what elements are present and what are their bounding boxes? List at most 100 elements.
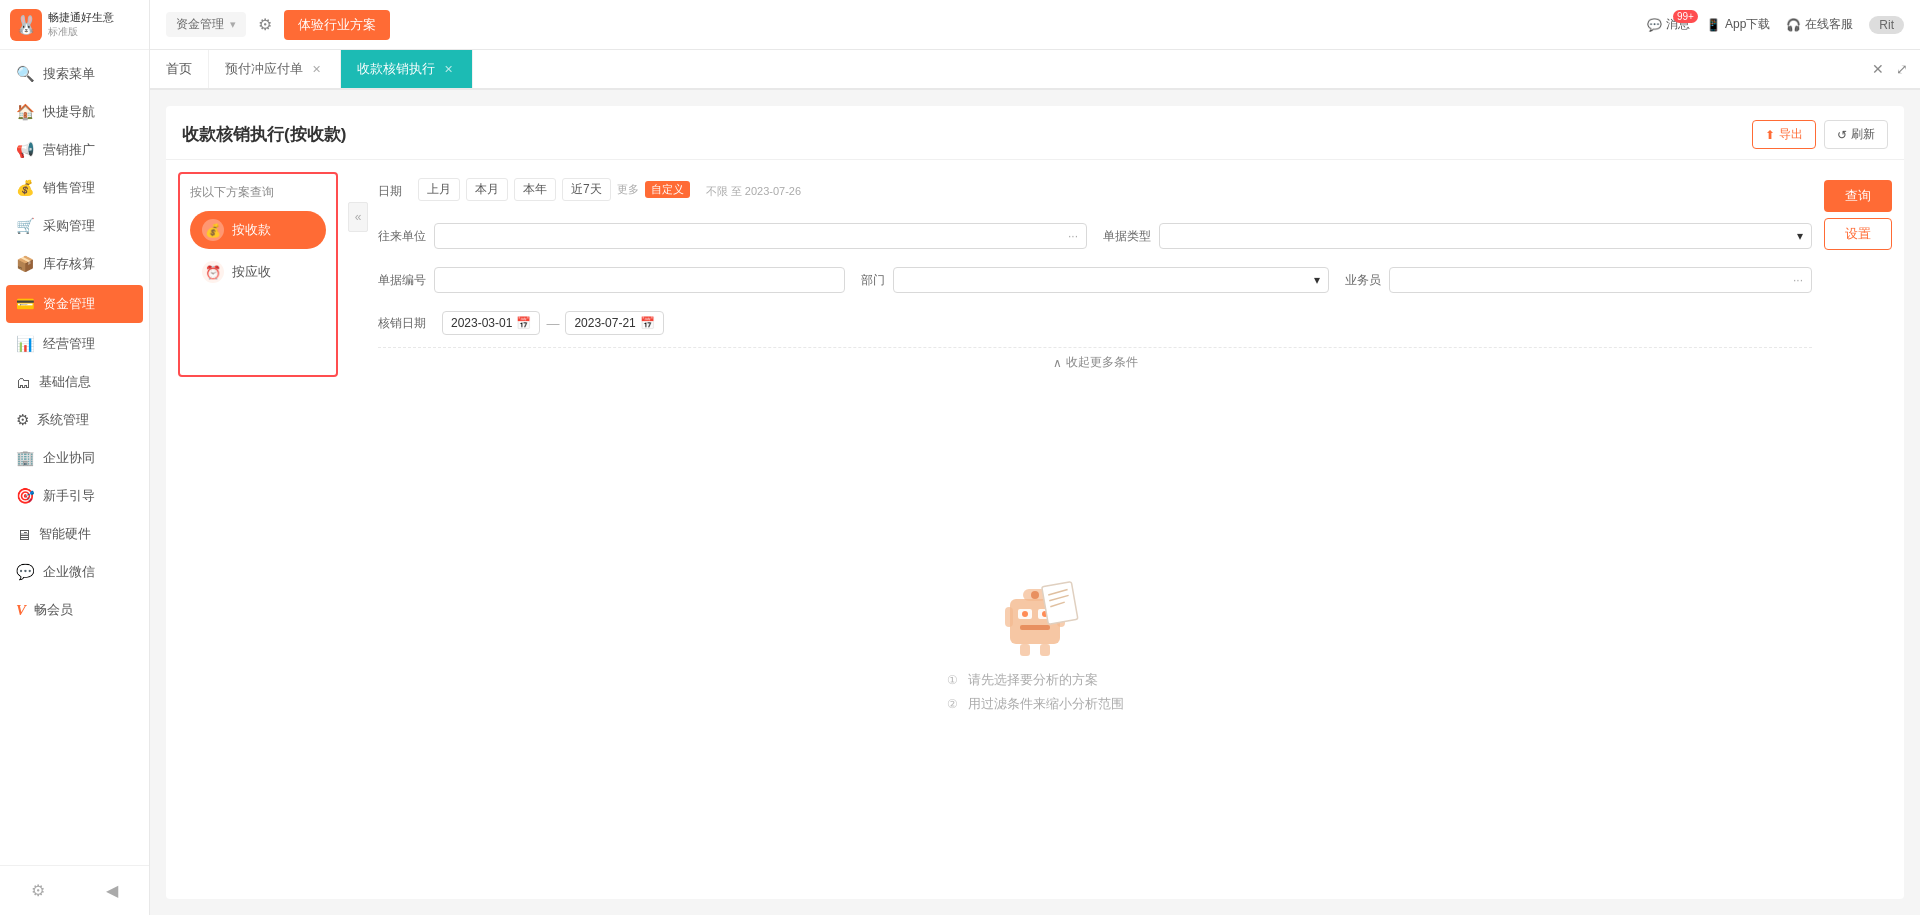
main-area: 资金管理 ▾ ⚙ 体验行业方案 💬 消息 99+ 📱 App下载 🎧 在线客服 … [150,0,1920,915]
date-more-link[interactable]: 更多 [617,182,639,197]
dept-select[interactable]: ▾ [893,267,1328,293]
search-icon: 🔍 [16,65,35,83]
sidebar-item-search[interactable]: 🔍 搜索菜单 [0,55,149,93]
tab-receipt[interactable]: 收款核销执行 ✕ [341,50,473,88]
filter-right: 日期 上月 本月 本年 近7天 更多 自定义 [378,172,1892,377]
sidebar-item-hardware[interactable]: 🖥 智能硬件 [0,515,149,553]
svg-rect-6 [1005,607,1013,627]
page-wrapper: 收款核销执行(按收款) ⬆ 导出 ↺ 刷新 按以下方案查询 [166,106,1904,899]
marketing-icon: 📢 [16,141,35,159]
refresh-button[interactable]: ↺ 刷新 [1824,120,1888,149]
date-btn-this-year[interactable]: 本年 [514,178,556,201]
breadcrumb-text: 资金管理 [176,16,224,33]
page-actions: ⬆ 导出 ↺ 刷新 [1752,120,1888,149]
dept-row: 部门 ▾ [861,267,1328,293]
close-tab-icon[interactable]: ✕ [1868,57,1888,81]
export-icon: ⬆ [1765,128,1775,142]
date-custom-tag[interactable]: 自定义 [645,181,690,198]
hardware-icon: 🖥 [16,526,31,543]
staff-label: 业务员 [1345,272,1381,289]
fund-icon: 💳 [16,295,35,313]
breadcrumb: 资金管理 ▾ [166,12,246,37]
app-logo: 🐰 畅捷通好生意 标准版 [0,0,149,50]
filter-option-by-receipt[interactable]: 💰 按收款 [190,211,326,249]
calendar-icon: 📅 [516,316,531,330]
maximize-icon[interactable]: ⤢ [1892,57,1912,81]
ellipsis-icon2: ··· [1793,273,1803,287]
guide-icon: 🎯 [16,487,35,505]
empty-illustration [985,569,1085,659]
sidebar-item-quicknav[interactable]: 🏠 快捷导航 [0,93,149,131]
tab-home[interactable]: 首页 [150,50,209,88]
home-icon: 🏠 [16,103,35,121]
sidebar: 🐰 畅捷通好生意 标准版 🔍 搜索菜单 🏠 快捷导航 📢 营销推广 💰 销售管理… [0,0,150,915]
docno-label: 单据编号 [378,272,426,289]
purchase-icon: 🛒 [16,217,35,235]
date-label: 日期 [378,183,402,200]
robot-svg [985,569,1085,659]
sidebar-item-operation[interactable]: 📊 经营管理 [0,325,149,363]
chevron-down-icon2: ▾ [1797,229,1803,243]
tabbar: 首页 预付冲应付单 ✕ 收款核销执行 ✕ ✕ ⤢ [150,50,1920,90]
sidebar-item-base[interactable]: 🗂 基础信息 [0,363,149,401]
calendar-icon2: 📅 [640,316,655,330]
date-range-dash: — [546,316,559,331]
tab-close-receipt[interactable]: ✕ [441,62,456,77]
solution-button[interactable]: 体验行业方案 [284,10,390,40]
svg-rect-9 [1040,644,1050,656]
sidebar-item-system[interactable]: ⚙ 系统管理 [0,401,149,439]
online-service-button[interactable]: 🎧 在线客服 [1786,16,1853,33]
verify-date-to[interactable]: 2023-07-21 📅 [565,311,663,335]
counterparty-select[interactable]: ··· [434,223,1087,249]
filter-option-by-receivable[interactable]: ⏰ 按应收 [190,253,326,291]
date-btn-last-month[interactable]: 上月 [418,178,460,201]
svg-rect-8 [1020,644,1030,656]
app-name: 畅捷通好生意 [48,10,114,24]
sidebar-item-member[interactable]: V 畅会员 [0,591,149,629]
tab-prepay[interactable]: 预付冲应付单 ✕ [209,50,341,88]
mobile-icon: 📱 [1706,18,1721,32]
collapse-panel-button[interactable]: « [348,202,368,232]
docno-input[interactable] [434,267,845,293]
empty-state: ① 请先选择要分析的方案 ② 用过滤条件来缩小分析范围 [166,389,1904,899]
export-button[interactable]: ⬆ 导出 [1752,120,1816,149]
chevron-left-icon: « [355,210,362,224]
user-avatar[interactable]: Rit [1869,16,1904,34]
staff-select[interactable]: ··· [1389,267,1812,293]
filter-row4: 核销日期 2023-03-01 📅 — 2023-07-21 [378,305,1812,341]
collapse-more-button[interactable]: ∧ 收起更多条件 [378,347,1812,377]
verify-date-range: 2023-03-01 📅 — 2023-07-21 📅 [442,311,664,335]
inventory-icon: 📦 [16,255,35,273]
sidebar-item-guide[interactable]: 🎯 新手引导 [0,477,149,515]
ellipsis-icon: ··· [1068,229,1078,243]
date-shortcuts: 上月 本月 本年 近7天 更多 自定义 [418,178,690,201]
sidebar-item-inventory[interactable]: 📦 库存核算 [0,245,149,283]
service-icon: 🎧 [1786,18,1801,32]
date-btn-7days[interactable]: 近7天 [562,178,611,201]
date-btn-this-month[interactable]: 本月 [466,178,508,201]
doctype-select[interactable]: ▾ [1159,223,1812,249]
collapse-sidebar-icon[interactable]: ◀ [101,876,123,905]
sidebar-item-enterprise[interactable]: 🏢 企业协同 [0,439,149,477]
verify-date-from[interactable]: 2023-03-01 📅 [442,311,540,335]
settings-icon[interactable]: ⚙ [26,876,50,905]
base-icon: 🗂 [16,374,31,391]
setting-button[interactable]: 设置 [1824,218,1892,250]
tab-close-prepay[interactable]: ✕ [309,62,324,77]
sidebar-item-sales[interactable]: 💰 销售管理 [0,169,149,207]
topbar: 资金管理 ▾ ⚙ 体验行业方案 💬 消息 99+ 📱 App下载 🎧 在线客服 … [150,0,1920,50]
sidebar-item-wechat[interactable]: 💬 企业微信 [0,553,149,591]
system-icon: ⚙ [16,411,29,429]
sidebar-item-marketing[interactable]: 📢 营销推广 [0,131,149,169]
filter-actions: 查询 设置 [1824,172,1892,250]
gear-icon[interactable]: ⚙ [258,15,272,34]
topbar-right: 💬 消息 99+ 📱 App下载 🎧 在线客服 Rit [1647,16,1904,34]
app-download-button[interactable]: 📱 App下载 [1706,16,1770,33]
chevron-down-icon3: ▾ [1314,273,1320,287]
enterprise-icon: 🏢 [16,449,35,467]
query-button[interactable]: 查询 [1824,180,1892,212]
svg-point-11 [1031,591,1039,599]
message-button[interactable]: 💬 消息 99+ [1647,16,1690,33]
sidebar-item-purchase[interactable]: 🛒 采购管理 [0,207,149,245]
sidebar-item-fund[interactable]: 💳 资金管理 [6,285,143,323]
